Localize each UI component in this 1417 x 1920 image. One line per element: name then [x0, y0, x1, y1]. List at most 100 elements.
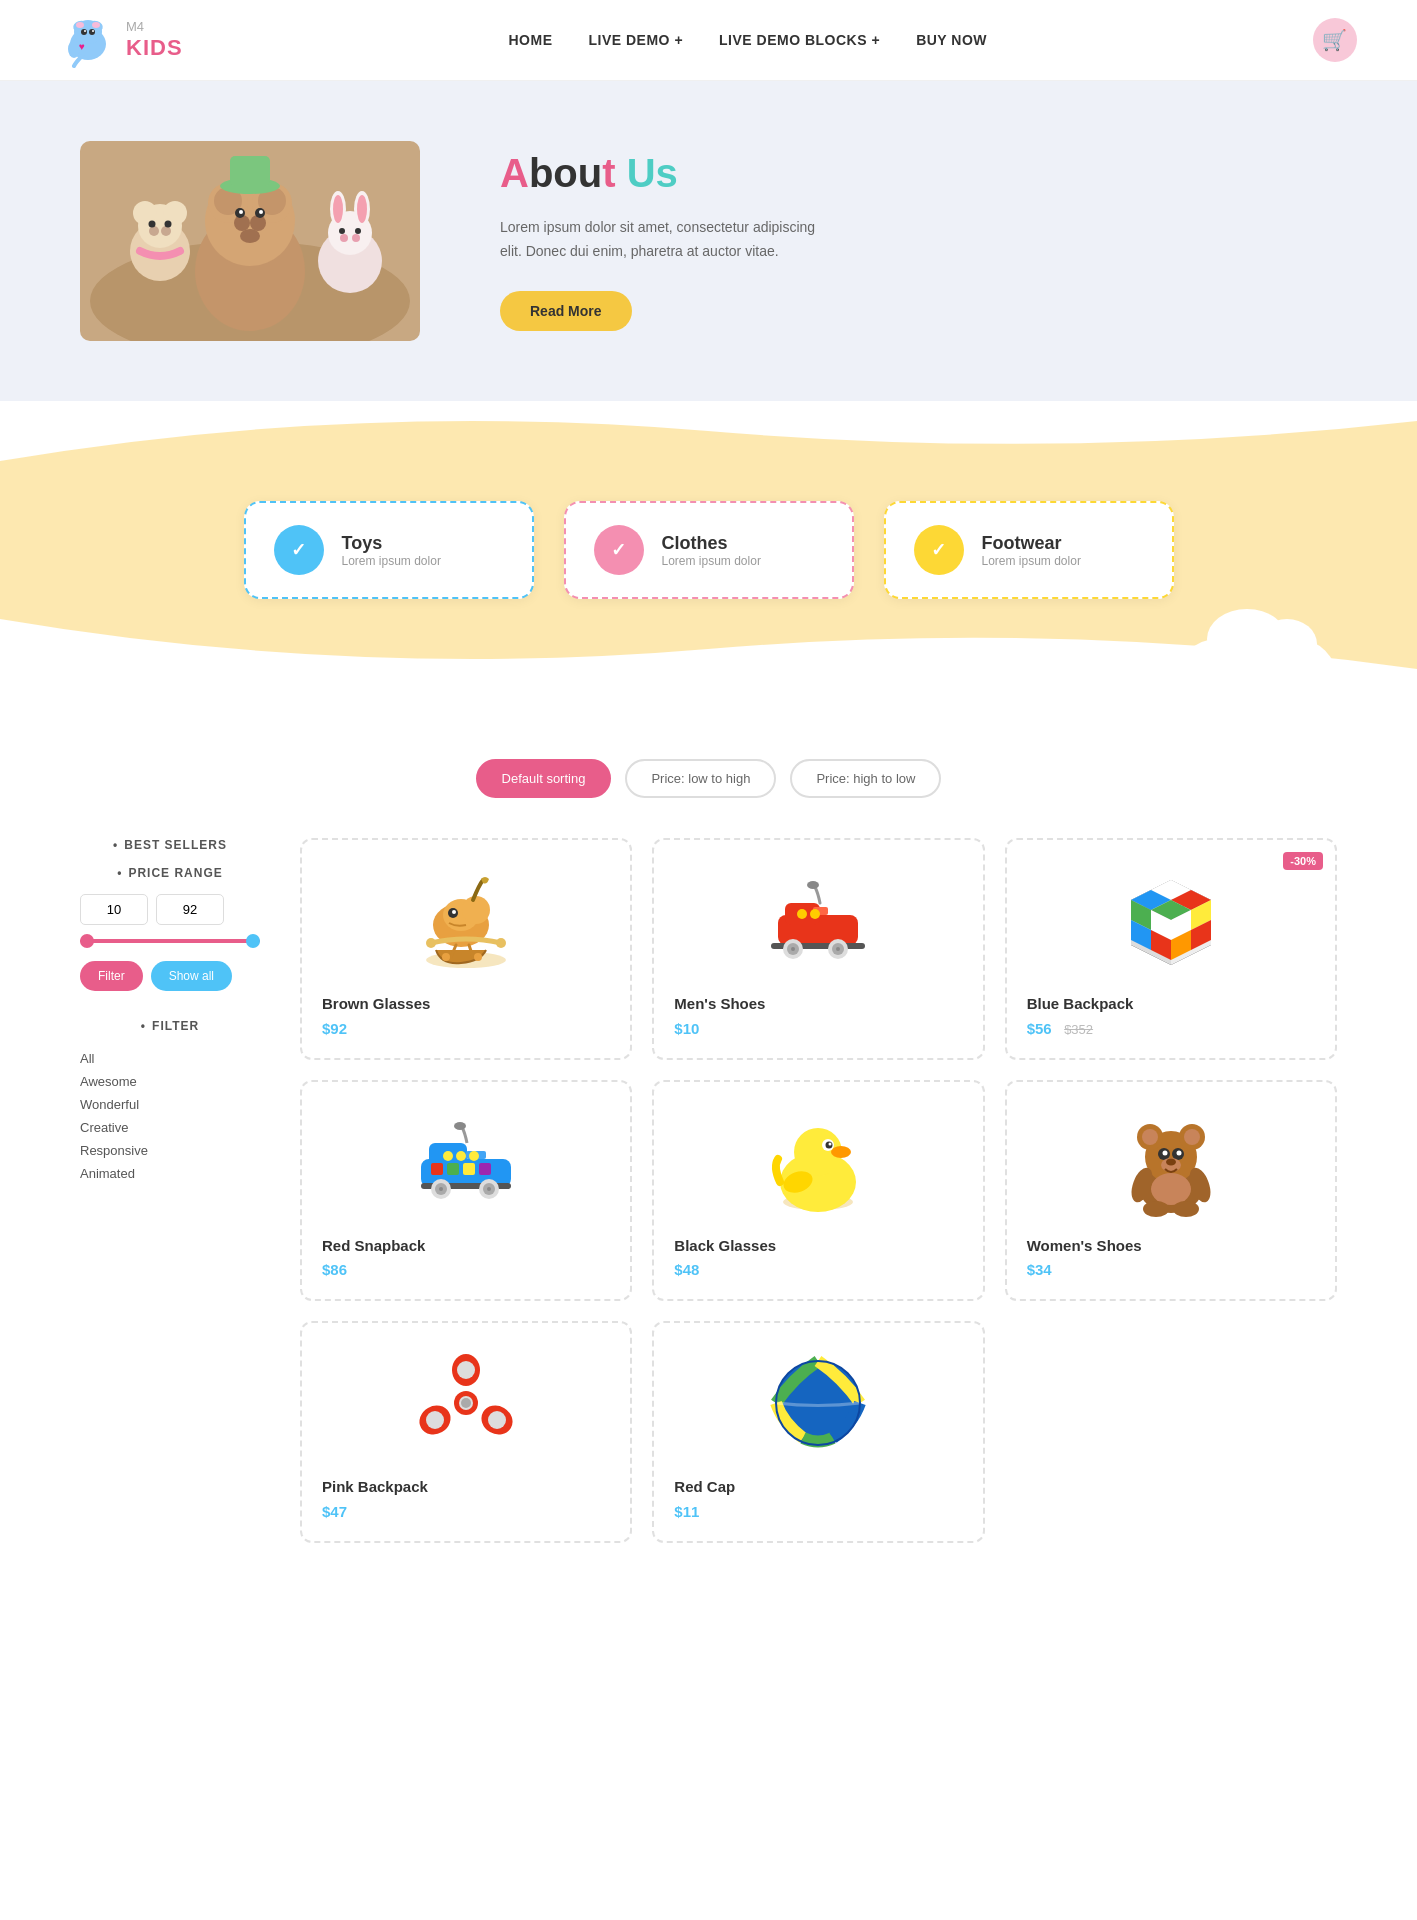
- sort-high-low[interactable]: Price: high to low: [790, 759, 941, 798]
- svg-point-35: [149, 221, 156, 228]
- svg-point-43: [340, 234, 348, 242]
- range-dot-left[interactable]: [80, 934, 94, 948]
- product-name-7: Red Cap: [674, 1477, 962, 1497]
- svg-point-139: [426, 1411, 444, 1429]
- svg-point-123: [1151, 1173, 1191, 1205]
- sort-default[interactable]: Default sorting: [476, 759, 612, 798]
- svg-point-112: [831, 1146, 851, 1158]
- product-card-1[interactable]: Men's Shoes $10: [652, 838, 984, 1060]
- svg-point-56: [496, 938, 506, 948]
- product-image-4: [674, 1102, 962, 1222]
- product-price-5: $34: [1027, 1261, 1315, 1279]
- cart-button[interactable]: 🛒: [1313, 18, 1357, 62]
- filter-creative[interactable]: Creative: [80, 1116, 260, 1139]
- footwear-card-text: Footwear Lorem ipsum dolor: [982, 533, 1081, 568]
- nav-live-demo[interactable]: LIVE DEMO +: [588, 32, 683, 48]
- product-price-value-1: $10: [674, 1020, 699, 1037]
- teddy-bears-illustration: [80, 141, 420, 341]
- svg-point-133: [1173, 1201, 1199, 1217]
- product-image-2: [1027, 860, 1315, 980]
- filter-awesome[interactable]: Awesome: [80, 1070, 260, 1093]
- filter-all[interactable]: All: [80, 1047, 260, 1070]
- product-card-5[interactable]: Women's Shoes $34: [1005, 1080, 1337, 1302]
- toy-train-svg: [763, 865, 873, 975]
- product-name-4: Black Glasses: [674, 1236, 962, 1256]
- logo-text: M4 KIDS: [126, 19, 183, 61]
- svg-point-5: [92, 22, 100, 28]
- svg-point-120: [1142, 1129, 1158, 1145]
- nav-home[interactable]: HOME: [508, 32, 552, 48]
- product-image-5: [1027, 1102, 1315, 1222]
- svg-rect-108: [479, 1163, 491, 1175]
- product-card-2[interactable]: Blue Backpack $56 $352 -30%: [1005, 838, 1337, 1060]
- product-name-6: Pink Backpack: [322, 1477, 610, 1497]
- product-price-value-7: $11: [674, 1503, 699, 1520]
- svg-point-104: [454, 1122, 466, 1130]
- svg-rect-105: [431, 1163, 443, 1175]
- wave-top-svg: [0, 401, 1417, 461]
- product-image-6: [322, 1343, 610, 1463]
- svg-point-115: [829, 1142, 832, 1145]
- read-more-button[interactable]: Read More: [500, 291, 632, 331]
- svg-point-52: [452, 910, 456, 914]
- nav-live-demo-blocks[interactable]: LIVE DEMO BLOCKS +: [719, 32, 880, 48]
- sort-low-high[interactable]: Price: low to high: [625, 759, 776, 798]
- product-name-2: Blue Backpack: [1027, 994, 1315, 1014]
- product-card-6[interactable]: Pink Backpack $47: [300, 1321, 632, 1543]
- price-range-label: PRICE RANGE: [80, 866, 260, 880]
- svg-point-142: [461, 1398, 471, 1408]
- category-card-clothes[interactable]: ✓ Clothes Lorem ipsum dolor: [564, 501, 854, 599]
- toys-desc: Lorem ipsum dolor: [342, 554, 441, 568]
- sidebar-buttons: Filter Show all: [80, 961, 260, 991]
- product-image-1: [674, 860, 962, 980]
- about-title: About Us: [500, 151, 1337, 196]
- about-image: [80, 141, 420, 341]
- price-max-input[interactable]: [156, 894, 224, 925]
- clothes-card-text: Clothes Lorem ipsum dolor: [662, 533, 761, 568]
- show-all-button[interactable]: Show all: [151, 961, 232, 991]
- nav-buy-now[interactable]: BUY NOW: [916, 32, 987, 48]
- svg-point-96: [439, 1187, 443, 1191]
- svg-point-66: [836, 947, 840, 951]
- about-section: About Us Lorem ipsum dolor sit amet, con…: [0, 81, 1417, 401]
- product-price-6: $47: [322, 1503, 610, 1521]
- rocking-horse-svg: [411, 865, 521, 975]
- filter-wonderful[interactable]: Wonderful: [80, 1093, 260, 1116]
- footwear-title: Footwear: [982, 533, 1081, 554]
- product-card-3[interactable]: Red Snapback $86: [300, 1080, 632, 1302]
- rubber-duck-svg: [763, 1107, 873, 1217]
- category-card-footwear[interactable]: ✓ Footwear Lorem ipsum dolor: [884, 501, 1174, 599]
- product-price-value-6: $47: [322, 1503, 347, 1520]
- svg-point-9: [92, 30, 94, 32]
- toys-icon-circle: ✓: [274, 525, 324, 575]
- svg-point-36: [165, 221, 172, 228]
- svg-text:♥: ♥: [79, 41, 85, 52]
- product-card-4[interactable]: Black Glasses $48: [652, 1080, 984, 1302]
- price-min-input[interactable]: [80, 894, 148, 925]
- svg-point-70: [807, 881, 819, 889]
- svg-point-69: [810, 909, 820, 919]
- range-dot-right[interactable]: [246, 934, 260, 948]
- elephant-icon: ♥: [60, 12, 116, 68]
- clothes-icon-circle: ✓: [594, 525, 644, 575]
- toys-title: Toys: [342, 533, 441, 554]
- svg-point-42: [357, 195, 367, 223]
- category-card-toys[interactable]: ✓ Toys Lorem ipsum dolor: [244, 501, 534, 599]
- fidget-spinner-svg: [411, 1348, 521, 1458]
- product-price-2: $56 $352: [1027, 1020, 1315, 1038]
- product-name-1: Men's Shoes: [674, 994, 962, 1014]
- product-price-old-2: $352: [1064, 1022, 1093, 1037]
- svg-point-6: [81, 29, 87, 35]
- svg-point-55: [426, 938, 436, 948]
- about-content: About Us Lorem ipsum dolor sit amet, con…: [500, 151, 1337, 332]
- products-section: Default sorting Price: low to high Price…: [0, 699, 1417, 1603]
- product-image-3: [322, 1102, 610, 1222]
- about-description: Lorem ipsum dolor sit amet, consectetur …: [500, 216, 820, 264]
- filter-responsive[interactable]: Responsive: [80, 1139, 260, 1162]
- product-card-0[interactable]: Brown Glasses $92: [300, 838, 632, 1060]
- filter-animated[interactable]: Animated: [80, 1162, 260, 1185]
- svg-point-54: [474, 953, 482, 961]
- filter-button[interactable]: Filter: [80, 961, 143, 991]
- toy-train2-svg: [411, 1107, 521, 1217]
- product-card-7[interactable]: Red Cap $11: [652, 1321, 984, 1543]
